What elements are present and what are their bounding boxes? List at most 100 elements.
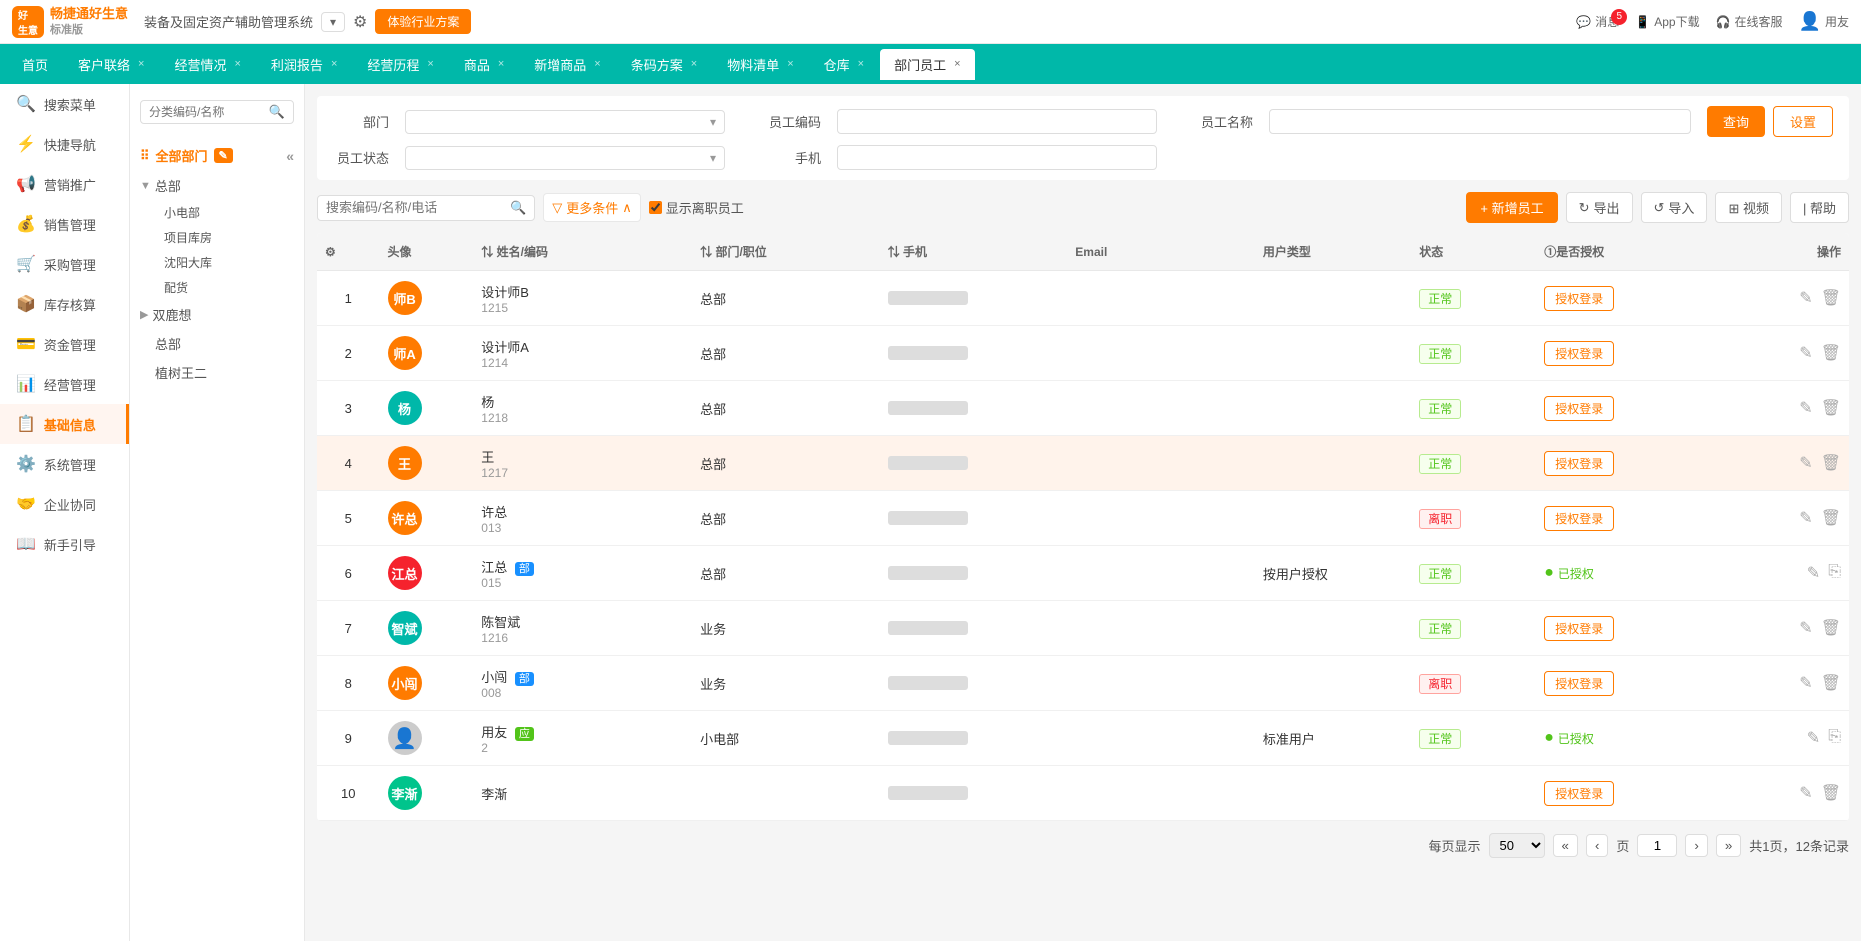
sidebar-item-inventory[interactable]: 📦 库存核算 <box>0 284 129 324</box>
page-number-input[interactable] <box>1637 834 1677 857</box>
tab-operations[interactable]: 经营情况 × <box>160 49 254 80</box>
views-btn[interactable]: ⊞ 视频 <box>1715 192 1782 223</box>
col-dept[interactable]: ⇅ 部门/职位 <box>692 233 880 271</box>
sidebar-item-sales[interactable]: 💰 销售管理 <box>0 204 129 244</box>
prev-page-btn[interactable]: ‹ <box>1586 834 1608 857</box>
edit-icon[interactable]: ✎ <box>1799 343 1812 363</box>
tab-history[interactable]: 经营历程 × <box>353 49 447 80</box>
sidebar-item-management[interactable]: 📊 经营管理 <box>0 364 129 404</box>
delete-icon[interactable]: 🗑 <box>1821 288 1841 308</box>
dept-edit-icon[interactable]: ✎ <box>214 148 233 163</box>
dept-collapse-btn[interactable]: « <box>286 148 294 164</box>
dept-node-zongbu2[interactable]: 总部 <box>130 329 304 358</box>
last-page-btn[interactable]: » <box>1716 834 1741 857</box>
dept-search-input[interactable] <box>149 105 265 119</box>
authorize-btn[interactable]: 授权登录 <box>1544 286 1614 311</box>
delete-icon[interactable]: 🗑 <box>1821 453 1841 473</box>
authorize-btn[interactable]: 授权登录 <box>1544 396 1614 421</box>
authorize-btn[interactable]: 授权登录 <box>1544 506 1614 531</box>
reset-btn[interactable]: 设置 <box>1773 106 1833 137</box>
page-size-select[interactable]: 50 100 200 <box>1489 833 1545 858</box>
edit-icon[interactable]: ✎ <box>1799 618 1812 638</box>
more-filter-btn[interactable]: ▽ 更多条件 ∧ <box>543 193 641 222</box>
tab-bom[interactable]: 物料清单 × <box>713 49 807 80</box>
authorize-btn[interactable]: 授权登录 <box>1544 341 1614 366</box>
first-page-btn[interactable]: « <box>1553 834 1578 857</box>
delete-icon[interactable]: 🗑 <box>1821 508 1841 528</box>
edit-icon[interactable]: ✎ <box>1799 453 1812 473</box>
user-btn[interactable]: 👤 用友 <box>1799 11 1849 32</box>
dept-node-shuanglu[interactable]: ▶ 双鹿想 <box>130 300 304 329</box>
gear-icon[interactable]: ⚙ <box>353 12 367 32</box>
tab-warehouse[interactable]: 仓库 × <box>810 49 878 80</box>
app-download-btn[interactable]: 📱 App下载 <box>1635 13 1699 30</box>
sidebar-item-marketing[interactable]: 📢 营销推广 <box>0 164 129 204</box>
delete-icon[interactable]: 🗑 <box>1821 618 1841 638</box>
sidebar-item-guide[interactable]: 📖 新手引导 <box>0 524 129 564</box>
authorize-btn[interactable]: 授权登录 <box>1544 616 1614 641</box>
sidebar-item-search[interactable]: 🔍 搜索菜单 <box>0 84 129 124</box>
sidebar-item-system[interactable]: ⚙️ 系统管理 <box>0 444 129 484</box>
sidebar-item-shortcut[interactable]: ⚡ 快捷导航 <box>0 124 129 164</box>
chart-icon: 📊 <box>16 374 36 394</box>
copy-icon[interactable]: ⎘ <box>1828 728 1841 748</box>
tab-dept-staff[interactable]: 部门员工 × <box>880 49 974 80</box>
import-btn[interactable]: ↺ 导入 <box>1641 192 1708 223</box>
filter-phone-input[interactable] <box>837 145 1157 170</box>
sidebar-item-collab[interactable]: 🤝 企业协同 <box>0 484 129 524</box>
search-input[interactable] <box>326 200 506 215</box>
show-resigned-label[interactable]: 显示离职员工 <box>649 198 744 217</box>
query-btn[interactable]: 查询 <box>1707 106 1765 137</box>
delete-icon[interactable]: 🗑 <box>1821 783 1841 803</box>
avatar: 李渐 <box>388 776 422 810</box>
tab-goods[interactable]: 商品 × <box>450 49 518 80</box>
authorize-btn[interactable]: 授权登录 <box>1544 781 1614 806</box>
message-btn[interactable]: 💬 消息 5 <box>1576 13 1619 30</box>
row-status: 正常 <box>1411 271 1536 326</box>
edit-icon[interactable]: ✎ <box>1799 783 1812 803</box>
online-service-btn[interactable]: 🎧 在线客服 <box>1716 13 1783 30</box>
show-resigned-checkbox[interactable] <box>649 201 662 214</box>
authorize-btn[interactable]: 授权登录 <box>1544 671 1614 696</box>
system-dropdown-btn[interactable]: ▾ <box>321 12 345 32</box>
dept-node-shenyang[interactable]: 沈阳大库 <box>140 250 304 275</box>
export-btn[interactable]: ↻ 导出 <box>1566 192 1633 223</box>
col-name[interactable]: ⇅ 姓名/编码 <box>473 233 692 271</box>
edit-icon[interactable]: ✎ <box>1807 728 1820 748</box>
tab-customer[interactable]: 客户联络 × <box>64 49 158 80</box>
add-employee-btn[interactable]: + 新增员工 <box>1466 192 1557 223</box>
dept-node-zhishu[interactable]: 植树王二 <box>130 358 304 387</box>
dept-node-xiangmuq[interactable]: 项目库房 <box>140 225 304 250</box>
edit-icon[interactable]: ✎ <box>1807 563 1820 583</box>
sidebar-item-basic[interactable]: 📋 基础信息 <box>0 404 129 444</box>
delete-icon[interactable]: 🗑 <box>1821 673 1841 693</box>
copy-icon[interactable]: ⎘ <box>1828 563 1841 583</box>
filter-dept-select[interactable]: ▾ <box>405 110 725 134</box>
col-setting[interactable]: ⚙ <box>317 233 380 271</box>
edit-icon[interactable]: ✎ <box>1799 673 1812 693</box>
next-page-btn[interactable]: › <box>1685 834 1707 857</box>
filter-empcode-input[interactable] <box>837 109 1157 134</box>
sidebar-item-finance[interactable]: 💳 资金管理 <box>0 324 129 364</box>
delete-icon[interactable]: 🗑 <box>1821 398 1841 418</box>
tab-new-goods[interactable]: 新增商品 × <box>520 49 614 80</box>
row-status: 正常 <box>1411 326 1536 381</box>
edit-icon[interactable]: ✎ <box>1799 508 1812 528</box>
edit-icon[interactable]: ✎ <box>1799 398 1812 418</box>
authorize-btn[interactable]: 授权登录 <box>1544 451 1614 476</box>
tab-barcode[interactable]: 条码方案 × <box>617 49 711 80</box>
delete-icon[interactable]: 🗑 <box>1821 343 1841 363</box>
sidebar-item-purchase[interactable]: 🛒 采购管理 <box>0 244 129 284</box>
edit-icon[interactable]: ✎ <box>1799 288 1812 308</box>
dept-node-xiaodibu[interactable]: 小电部 <box>140 200 304 225</box>
filter-empname-input[interactable] <box>1269 109 1691 134</box>
col-phone[interactable]: ⇅ 手机 <box>880 233 1068 271</box>
tab-home[interactable]: 首页 <box>8 49 62 80</box>
experience-btn[interactable]: 体验行业方案 <box>375 9 471 34</box>
row-auth: 授权登录 <box>1536 766 1724 821</box>
help-btn[interactable]: | 帮助 <box>1790 192 1849 223</box>
dept-node-zongbu[interactable]: ▼ 总部 <box>130 171 304 200</box>
tab-profit[interactable]: 利润报告 × <box>257 49 351 80</box>
dept-node-peihuo[interactable]: 配货 <box>140 275 304 300</box>
filter-status-select[interactable]: ▾ <box>405 146 725 170</box>
